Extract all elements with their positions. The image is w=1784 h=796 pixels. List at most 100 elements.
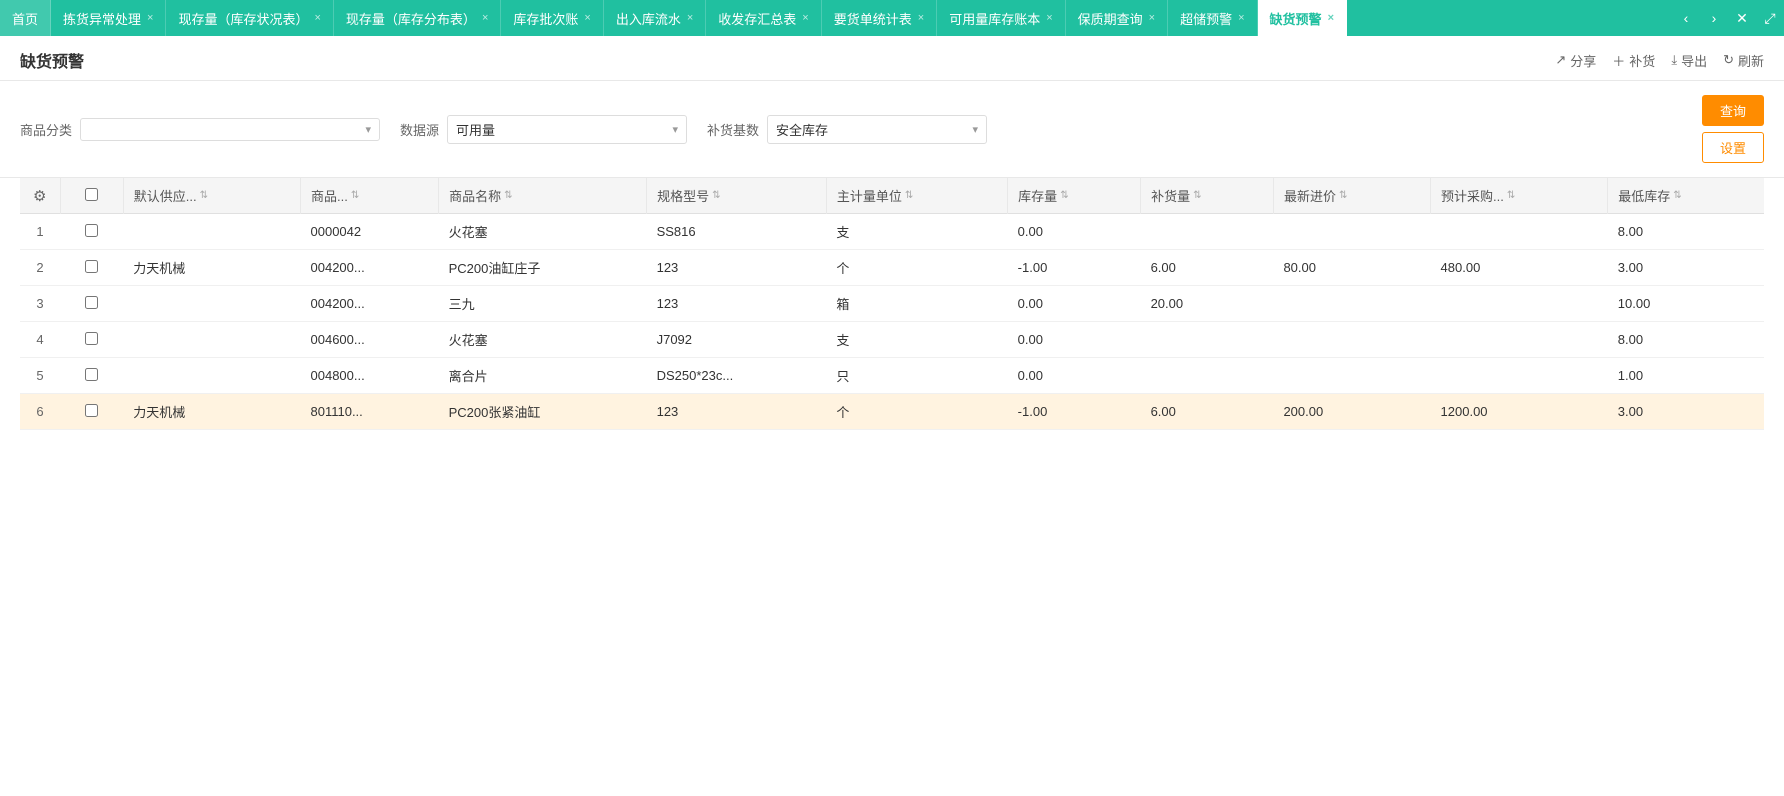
row-estimated-purchase-1 <box>1431 214 1608 250</box>
row-supplier-2: 力天机械 <box>123 250 300 286</box>
tab-close-shortage[interactable]: × <box>1328 12 1334 24</box>
th-estimated-purchase: 预计采购... ⇅ <box>1431 178 1608 214</box>
category-label: 商品分类 <box>20 120 72 139</box>
tab-expand-btn[interactable]: ⤢ <box>1756 0 1784 36</box>
row-unit-4: 支 <box>826 322 1007 358</box>
datasource-chevron-icon: ▾ <box>673 123 679 136</box>
replenish-icon: ＋ <box>1612 51 1625 70</box>
table-container: ⚙ 默认供应... ⇅ 商品... ⇅ <box>0 178 1784 430</box>
tab-next-btn[interactable]: › <box>1700 0 1728 36</box>
row-select-1[interactable] <box>85 224 98 237</box>
row-select-3[interactable] <box>85 296 98 309</box>
row-supplier-1 <box>123 214 300 250</box>
row-num-2: 2 <box>20 250 60 286</box>
row-product-name-2: PC200油缸庄子 <box>439 250 647 286</box>
settings-button[interactable]: 设置 <box>1702 132 1764 163</box>
tab-close-order-stats[interactable]: × <box>918 12 924 24</box>
tab-available-ledger[interactable]: 可用量库存账本× <box>937 0 1065 36</box>
replenish-base-select[interactable]: 安全库存 ▾ <box>767 115 987 144</box>
tab-close-inout-flow[interactable]: × <box>687 12 693 24</box>
replenish-btn[interactable]: ＋ 补货 <box>1612 51 1655 70</box>
th-replenish-qty-label: 补货量 <box>1151 186 1190 205</box>
select-all-checkbox[interactable] <box>85 188 98 201</box>
tab-close-batch-account[interactable]: × <box>584 12 590 24</box>
row-product-name-6: PC200张紧油缸 <box>439 394 647 430</box>
row-stock-4: 0.00 <box>1008 322 1141 358</box>
th-replenish-qty: 补货量 ⇅ <box>1141 178 1274 214</box>
th-latest-price-label: 最新进价 <box>1284 186 1336 205</box>
th-unit: 主计量单位 ⇅ <box>826 178 1007 214</box>
table-row: 1 0000042 火花塞 SS816 支 0.00 8.00 <box>20 214 1764 250</box>
tab-close-receipt-summary[interactable]: × <box>802 12 808 24</box>
export-icon: ⤓ <box>1671 52 1677 68</box>
table-row: 2 力天机械 004200... PC200油缸庄子 123 个 -1.00 6… <box>20 250 1764 286</box>
refresh-label: 刷新 <box>1738 51 1764 70</box>
th-default-supplier: 默认供应... ⇅ <box>123 178 300 214</box>
category-select[interactable]: ▾ <box>80 118 380 141</box>
header-actions: ↗ 分享 ＋ 补货 ⤓ 导出 ↻ 刷新 <box>1555 51 1764 70</box>
shortage-table: ⚙ 默认供应... ⇅ 商品... ⇅ <box>20 178 1764 430</box>
tab-prev-btn[interactable]: ‹ <box>1672 0 1700 36</box>
row-replenish-qty-6: 6.00 <box>1141 394 1274 430</box>
tab-exception[interactable]: 拣货异常处理× <box>51 0 166 36</box>
replenish-base-label: 补货基数 <box>707 120 759 139</box>
row-latest-price-1 <box>1273 214 1430 250</box>
tab-shortage[interactable]: 缺货预警× <box>1258 0 1347 36</box>
row-select-6[interactable] <box>85 404 98 417</box>
tab-close-exception[interactable]: × <box>147 12 153 24</box>
row-latest-price-6: 200.00 <box>1273 394 1430 430</box>
row-checkbox-4 <box>60 322 123 358</box>
th-latest-price-sort-icon: ⇅ <box>1339 190 1347 201</box>
tab-batch-account[interactable]: 库存批次账× <box>501 0 603 36</box>
th-product-code: 商品... ⇅ <box>301 178 439 214</box>
row-stock-5: 0.00 <box>1008 358 1141 394</box>
tab-close-overstock[interactable]: × <box>1238 12 1244 24</box>
row-select-2[interactable] <box>85 260 98 273</box>
row-latest-price-4 <box>1273 322 1430 358</box>
datasource-select[interactable]: 可用量 ▾ <box>447 115 687 144</box>
row-num-6: 6 <box>20 394 60 430</box>
row-replenish-qty-2: 6.00 <box>1141 250 1274 286</box>
tab-close-inventory-status[interactable]: × <box>314 12 320 24</box>
th-stock-label: 库存量 <box>1018 186 1057 205</box>
tab-inout-flow[interactable]: 出入库流水× <box>604 0 706 36</box>
row-product-name-4: 火花塞 <box>439 322 647 358</box>
filter-action-buttons: 查询 设置 <box>1702 95 1764 163</box>
row-product-name-1: 火花塞 <box>439 214 647 250</box>
row-num-5: 5 <box>20 358 60 394</box>
query-button[interactable]: 查询 <box>1702 95 1764 126</box>
tab-overstock[interactable]: 超储预警× <box>1168 0 1257 36</box>
tab-order-stats[interactable]: 要货单统计表× <box>822 0 937 36</box>
row-checkbox-2 <box>60 250 123 286</box>
row-select-5[interactable] <box>85 368 98 381</box>
row-product-code-1: 0000042 <box>301 214 439 250</box>
row-supplier-3 <box>123 286 300 322</box>
tab-bar: 首页拣货异常处理×现存量（库存状况表）×现存量（库存分布表）×库存批次账×出入库… <box>0 0 1784 36</box>
tab-close-available-ledger[interactable]: × <box>1046 12 1052 24</box>
tab-close-inventory-dist[interactable]: × <box>482 12 488 24</box>
share-icon: ↗ <box>1555 52 1566 68</box>
th-stock: 库存量 ⇅ <box>1008 178 1141 214</box>
row-checkbox-3 <box>60 286 123 322</box>
export-label: 导出 <box>1681 51 1707 70</box>
share-btn[interactable]: ↗ 分享 <box>1555 51 1596 70</box>
th-spec: 规格型号 ⇅ <box>647 178 827 214</box>
tab-home[interactable]: 首页 <box>0 0 51 36</box>
share-label: 分享 <box>1570 51 1596 70</box>
tab-close-btn[interactable]: ✕ <box>1728 0 1756 36</box>
replenish-base-chevron-icon: ▾ <box>973 123 979 136</box>
row-select-4[interactable] <box>85 332 98 345</box>
page-title: 缺货预警 <box>20 48 84 72</box>
tab-inventory-status[interactable]: 现存量（库存状况表）× <box>166 0 333 36</box>
refresh-btn[interactable]: ↻ 刷新 <box>1723 51 1764 70</box>
tab-inventory-dist[interactable]: 现存量（库存分布表）× <box>334 0 501 36</box>
export-btn[interactable]: ⤓ 导出 <box>1671 51 1707 70</box>
row-unit-2: 个 <box>826 250 1007 286</box>
th-unit-sort-icon: ⇅ <box>905 190 913 201</box>
tab-expiry[interactable]: 保质期查询× <box>1066 0 1168 36</box>
tab-receipt-summary[interactable]: 收发存汇总表× <box>706 0 821 36</box>
th-product-name: 商品名称 ⇅ <box>439 178 647 214</box>
tab-close-expiry[interactable]: × <box>1149 12 1155 24</box>
th-min-stock: 最低库存 ⇅ <box>1608 178 1764 214</box>
column-settings-icon[interactable]: ⚙ <box>33 188 46 205</box>
